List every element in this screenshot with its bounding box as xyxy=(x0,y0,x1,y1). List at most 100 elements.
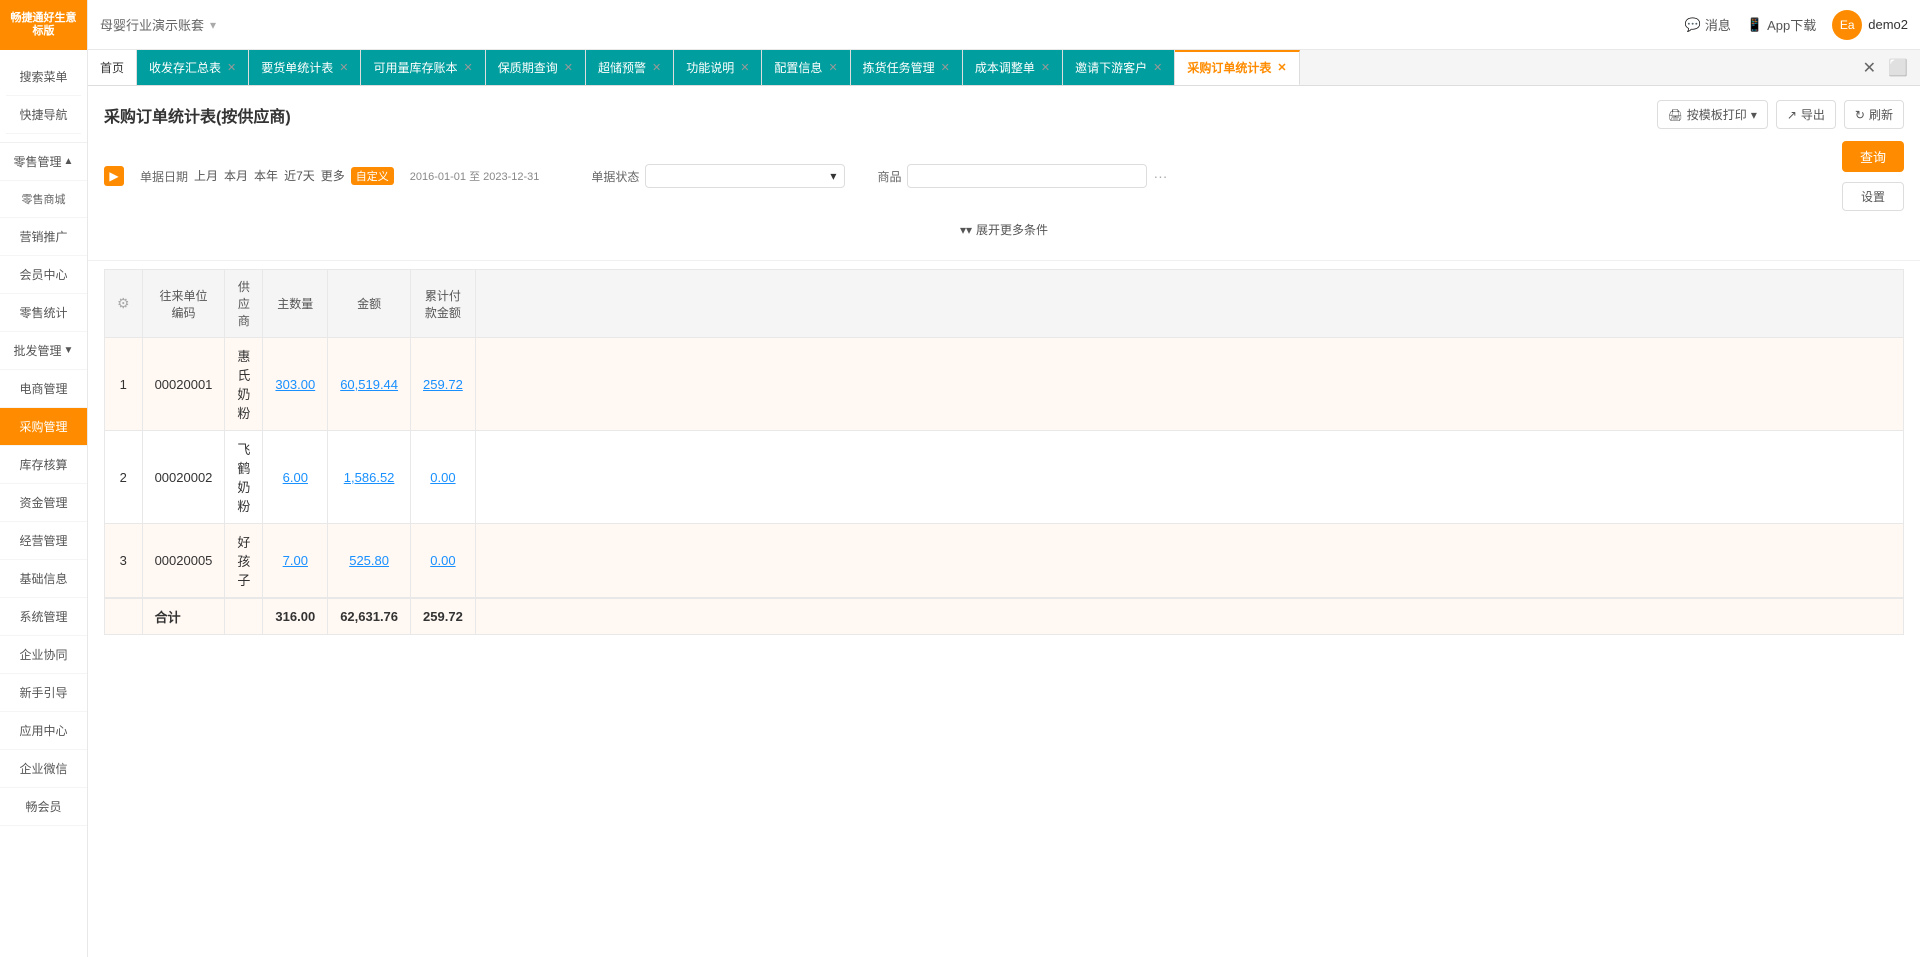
tab-close-zhihuo[interactable]: ✕ xyxy=(941,61,950,74)
tab-baozhi[interactable]: 保质期查询 ✕ xyxy=(486,50,586,86)
goods-more-icon[interactable]: ··· xyxy=(1153,168,1167,184)
row-qty[interactable]: 303.00 xyxy=(263,338,328,431)
date-more[interactable]: 更多 xyxy=(321,167,345,185)
topbar-right: 💬 消息 📱 App下载 Ea demo2 xyxy=(1685,10,1908,40)
tab-close-gongneng[interactable]: ✕ xyxy=(740,61,749,74)
sidebar-item-wholesale[interactable]: 批发管理 ▼ xyxy=(0,332,87,370)
tab-close-baozhi[interactable]: ✕ xyxy=(564,61,573,74)
tabbar: 首页 收发存汇总表 ✕ 要货单统计表 ✕ 可用量库存账本 ✕ 保质期查询 ✕ 超… xyxy=(88,50,1920,86)
sidebar-item-ecommerce[interactable]: 电商管理 xyxy=(0,370,87,408)
row-supplier: 飞鹤奶粉 xyxy=(225,431,263,524)
tab-yaohuo[interactable]: 要货单统计表 ✕ xyxy=(249,50,361,86)
message-button[interactable]: 💬 消息 xyxy=(1685,15,1731,34)
tab-caigou[interactable]: 采购订单统计表 ✕ xyxy=(1175,50,1299,86)
print-icon: 🖨 xyxy=(1668,108,1683,122)
sidebar-item-member[interactable]: 会员中心 xyxy=(0,256,87,294)
footer-empty2 xyxy=(225,598,263,635)
row-paid[interactable]: 259.72 xyxy=(411,338,476,431)
date-7days[interactable]: 近7天 xyxy=(284,167,315,185)
tab-gongneng[interactable]: 功能说明 ✕ xyxy=(674,50,762,86)
page-title: 采购订单统计表(按供应商) xyxy=(104,103,291,127)
col-settings[interactable]: ⚙ xyxy=(105,270,143,338)
table-row: 3 00020005 好孩子 7.00 525.80 0.00 xyxy=(105,524,1904,599)
sidebar-item-retail[interactable]: 零售管理 ▲ xyxy=(0,143,87,181)
print-button[interactable]: 🖨 按模板打印 ▾ xyxy=(1657,100,1768,129)
tab-chengben[interactable]: 成本调整单 ✕ xyxy=(963,50,1063,86)
footer-qty: 316.00 xyxy=(263,598,328,635)
row-qty[interactable]: 6.00 xyxy=(263,431,328,524)
row-amount[interactable]: 1,586.52 xyxy=(328,431,411,524)
sidebar-item-retail-stat[interactable]: 零售统计 xyxy=(0,294,87,332)
query-button[interactable]: 查询 xyxy=(1842,141,1904,172)
sidebar-item-retail-shop[interactable]: 零售商城 xyxy=(0,181,87,218)
sidebar-search-section: 搜索菜单 快捷导航 xyxy=(0,50,87,143)
row-amount[interactable]: 60,519.44 xyxy=(328,338,411,431)
goods-input[interactable] xyxy=(907,164,1147,188)
export-icon: ↗ xyxy=(1787,108,1797,122)
filter-toggle[interactable]: ▶ xyxy=(104,166,124,186)
tab-close-caigou[interactable]: ✕ xyxy=(1277,61,1286,74)
sidebar-item-corpwechat[interactable]: 企业微信 xyxy=(0,750,87,788)
row-supplier: 惠氏奶粉 xyxy=(225,338,263,431)
tab-yaoqing[interactable]: 邀请下游客户 ✕ xyxy=(1063,50,1175,86)
tab-shoufa[interactable]: 收发存汇总表 ✕ xyxy=(137,50,249,86)
logo-text: 畅捷通好生意 标版 xyxy=(11,12,77,38)
tab-close-peizhi[interactable]: ✕ xyxy=(828,61,837,74)
sidebar-item-newbie[interactable]: 新手引导 xyxy=(0,674,87,712)
footer-paid: 259.72 xyxy=(411,598,476,635)
row-paid[interactable]: 0.00 xyxy=(411,524,476,599)
tab-keyongliang[interactable]: 可用量库存账本 ✕ xyxy=(361,50,485,86)
tabbar-actions: ✕ ⬜ xyxy=(1851,56,1920,80)
tab-close-shoufa[interactable]: ✕ xyxy=(227,61,236,74)
sidebar-item-finance[interactable]: 资金管理 xyxy=(0,484,87,522)
row-qty[interactable]: 7.00 xyxy=(263,524,328,599)
table-footer-row: 合计 316.00 62,631.76 259.72 xyxy=(105,598,1904,635)
page-header: 采购订单统计表(按供应商) 🖨 按模板打印 ▾ ↗ 导出 ↻ 刷新 xyxy=(88,86,1920,129)
tab-chaochuyu[interactable]: 超储预警 ✕ xyxy=(586,50,674,86)
expand-more-button[interactable]: ▾▾ 展开更多条件 xyxy=(960,215,1048,244)
sidebar-item-inventory[interactable]: 库存核算 xyxy=(0,446,87,484)
tabbar-close-btn[interactable]: ✕ xyxy=(1859,56,1880,80)
row-paid[interactable]: 0.00 xyxy=(411,431,476,524)
status-select[interactable]: ▾ xyxy=(645,164,845,188)
row-num: 3 xyxy=(105,524,143,599)
table-header-row: ⚙ 往来单位编码 供应商 主数量 金额 累计付款金额 xyxy=(105,270,1904,338)
tab-close-yaohuo[interactable]: ✕ xyxy=(339,61,348,74)
tab-close-yaoqing[interactable]: ✕ xyxy=(1153,61,1162,74)
date-this-month[interactable]: 本月 xyxy=(224,167,248,185)
sidebar-item-enterprise[interactable]: 企业协同 xyxy=(0,636,87,674)
row-extra xyxy=(475,524,1903,599)
date-this-year[interactable]: 本年 xyxy=(254,167,278,185)
footer-empty1 xyxy=(105,598,143,635)
date-custom-badge[interactable]: 自定义 xyxy=(351,167,394,185)
settings-button[interactable]: 设置 xyxy=(1842,182,1904,211)
sidebar-item-search[interactable]: 搜索菜单 xyxy=(6,58,81,96)
refresh-button[interactable]: ↻ 刷新 xyxy=(1844,100,1904,129)
row-amount[interactable]: 525.80 xyxy=(328,524,411,599)
topbar: 母婴行业演示账套 ▾ 💬 消息 📱 App下载 Ea demo2 xyxy=(88,0,1920,50)
tab-close-keyongliang[interactable]: ✕ xyxy=(464,61,473,74)
sidebar-item-operations[interactable]: 经营管理 xyxy=(0,522,87,560)
tab-zhihuo[interactable]: 拣货任务管理 ✕ xyxy=(851,50,963,86)
tab-peizhi[interactable]: 配置信息 ✕ xyxy=(762,50,850,86)
sidebar-item-basic[interactable]: 基础信息 xyxy=(0,560,87,598)
tab-close-chaochuyu[interactable]: ✕ xyxy=(652,61,661,74)
sidebar-item-purchase[interactable]: 采购管理 xyxy=(0,408,87,446)
tab-close-chengben[interactable]: ✕ xyxy=(1041,61,1050,74)
sidebar-item-system[interactable]: 系统管理 xyxy=(0,598,87,636)
sidebar-item-vip[interactable]: 畅会员 xyxy=(0,788,87,826)
export-button[interactable]: ↗ 导出 xyxy=(1776,100,1836,129)
app-download-button[interactable]: 📱 App下载 xyxy=(1747,15,1816,34)
column-settings-icon[interactable]: ⚙ xyxy=(117,295,130,311)
tab-home[interactable]: 首页 xyxy=(88,50,137,86)
row-code: 00020002 xyxy=(142,431,225,524)
sidebar: 畅捷通好生意 标版 搜索菜单 快捷导航 零售管理 ▲ 零售商城 营销推广 会员中… xyxy=(0,0,88,957)
tabbar-expand-btn[interactable]: ⬜ xyxy=(1884,56,1912,80)
date-last-month[interactable]: 上月 xyxy=(194,167,218,185)
user-profile[interactable]: Ea demo2 xyxy=(1832,10,1908,40)
topbar-left: 母婴行业演示账套 ▾ xyxy=(100,15,1677,34)
row-code: 00020001 xyxy=(142,338,225,431)
sidebar-item-quick[interactable]: 快捷导航 xyxy=(6,96,81,134)
sidebar-item-appcenter[interactable]: 应用中心 xyxy=(0,712,87,750)
sidebar-item-marketing[interactable]: 营销推广 xyxy=(0,218,87,256)
